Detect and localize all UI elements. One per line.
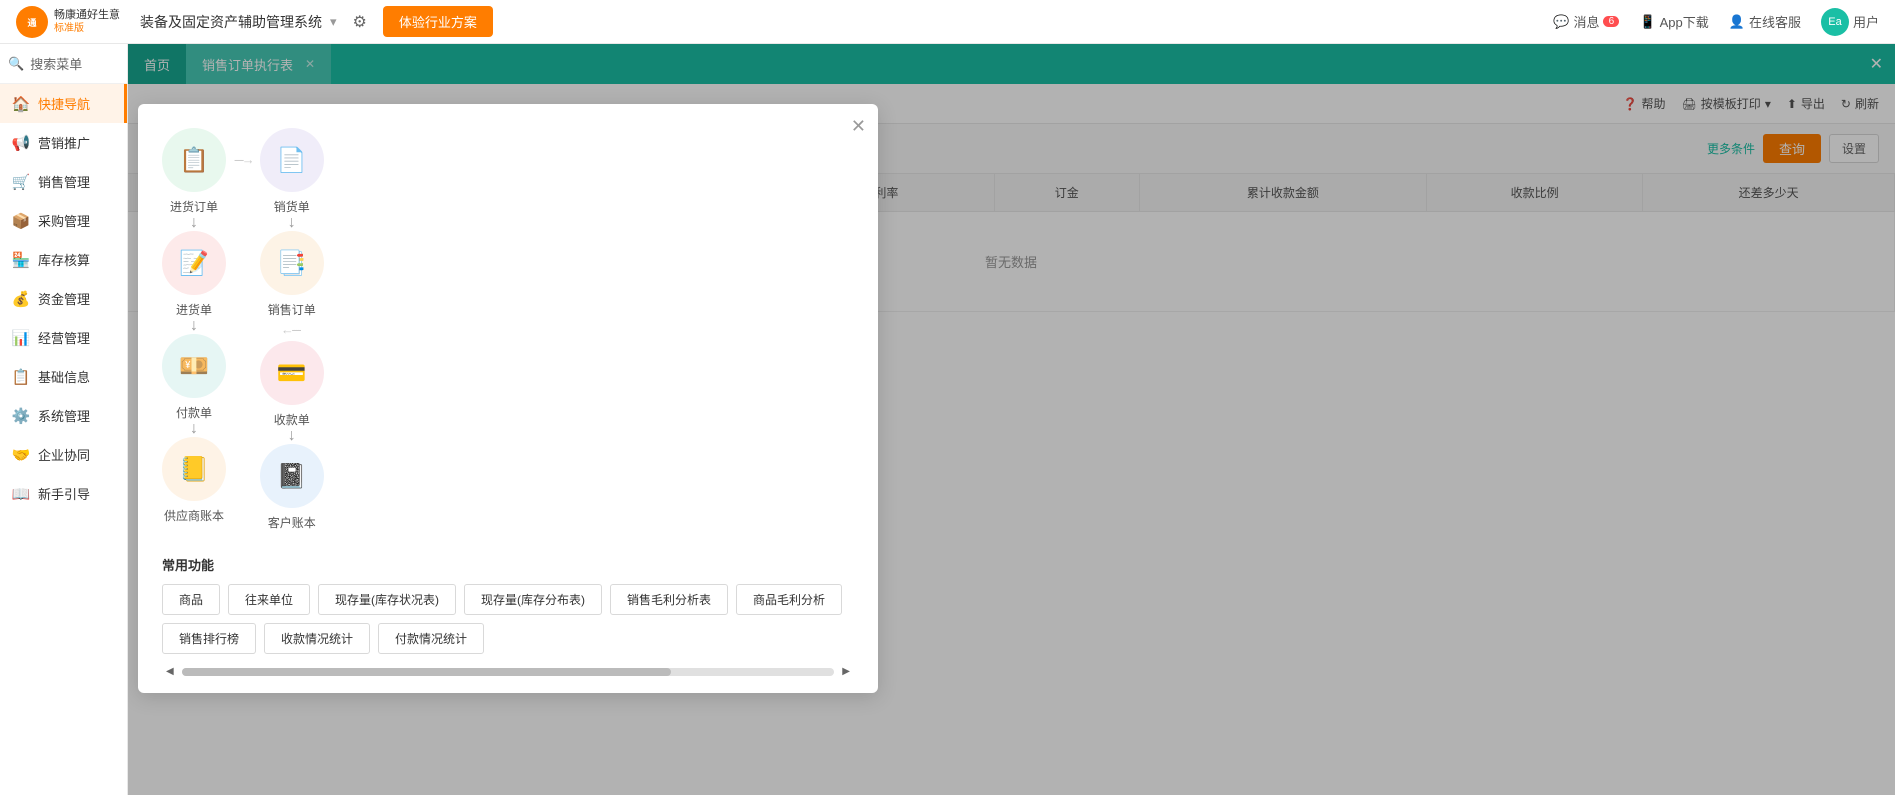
modal-close-button[interactable]: ✕ [851, 116, 866, 137]
payment-icon: 💴 [162, 334, 226, 398]
guide-icon: 📖 [12, 485, 30, 503]
arrow-down-4: ↓ [288, 215, 296, 231]
top-right-area: 💬 消息 6 📱 App下载 👤 在线客服 Ea 用户 [1553, 8, 1879, 36]
purchase-bill-label: 进货单 [176, 301, 212, 318]
flow-node-receipt[interactable]: 💳 收款单 [260, 341, 324, 428]
cf-buttons-row2: 销售排行榜 收款情况统计 付款情况统计 [162, 623, 854, 654]
modal-overlay: ✕ 📋 进货订单 ↓ 📝 进货单 [128, 44, 1895, 795]
purchase-bill-icon: 📝 [162, 231, 226, 295]
phone-icon: 📱 [1639, 14, 1655, 30]
arrow-down-2: ↓ [190, 318, 198, 334]
user-menu[interactable]: Ea 用户 [1821, 8, 1879, 36]
arrow-down-5: ↓ [288, 428, 296, 444]
message-button[interactable]: 💬 消息 6 [1553, 12, 1619, 31]
logo-text: 畅康通好生意 标准版 [54, 8, 120, 35]
cf-btn-sales-gross[interactable]: 销售毛利分析表 [610, 584, 728, 615]
sidebar-item-basic-info[interactable]: 📋 基础信息 [0, 357, 127, 396]
inventory-icon: 🏪 [12, 251, 30, 269]
scroll-right-arrow[interactable]: ▶ [838, 666, 854, 677]
sidebar-item-purchase[interactable]: 📦 采购管理 [0, 201, 127, 240]
sidebar: 🔍 搜索菜单 🏠 快捷导航 📢 营销推广 🛒 销售管理 📦 采购管理 🏪 [0, 44, 128, 795]
flow-node-purchase-bill[interactable]: 📝 进货单 [162, 231, 226, 318]
customer-account-icon: 📓 [260, 444, 324, 508]
finance-icon: 💰 [12, 290, 30, 308]
marketing-icon: 📢 [12, 134, 30, 152]
payment-label: 付款单 [176, 404, 212, 421]
receipt-label: 收款单 [274, 411, 310, 428]
scrollbar-thumb [182, 668, 671, 676]
app-download-button[interactable]: 📱 App下载 [1639, 12, 1708, 31]
cf-btn-stock-status[interactable]: 现存量(库存状况表) [318, 584, 456, 615]
sidebar-item-quick-nav[interactable]: 🏠 快捷导航 [0, 84, 127, 123]
supplier-account-icon: 📒 [162, 437, 226, 501]
logo-icon: 通 [16, 6, 48, 38]
sales-bill-icon: 📄 [260, 128, 324, 192]
flow-node-sales-order[interactable]: 📑 销售订单 [260, 231, 324, 318]
customer-account-label: 客户账本 [268, 514, 316, 531]
sidebar-item-marketing[interactable]: 📢 营销推广 [0, 123, 127, 162]
cf-btn-stock-dist[interactable]: 现存量(库存分布表) [464, 584, 602, 615]
top-bar: 通 畅康通好生意 标准版 装备及固定资产辅助管理系统 ▾ ⚙ 体验行业方案 💬 … [0, 0, 1895, 44]
cf-btn-product-gross[interactable]: 商品毛利分析 [736, 584, 842, 615]
common-functions-title: 常用功能 [162, 555, 854, 574]
flow-node-payment[interactable]: 💴 付款单 [162, 334, 226, 421]
service-icon: 👤 [1729, 14, 1745, 30]
message-icon: 💬 [1553, 14, 1569, 30]
cf-btn-partner[interactable]: 往来单位 [228, 584, 310, 615]
flow-node-sales-bill[interactable]: 📄 销货单 [260, 128, 324, 215]
logo-area: 通 畅康通好生意 标准版 [16, 6, 120, 38]
operation-icon: 📊 [12, 329, 30, 347]
sidebar-search[interactable]: 🔍 搜索菜单 [0, 44, 127, 84]
cf-btn-payment-stats[interactable]: 付款情况统计 [378, 623, 484, 654]
quick-nav-modal: ✕ 📋 进货订单 ↓ 📝 进货单 [138, 104, 878, 693]
sidebar-item-operation[interactable]: 📊 经营管理 [0, 318, 127, 357]
search-icon: 🔍 [8, 56, 24, 72]
sidebar-item-sales[interactable]: 🛒 销售管理 [0, 162, 127, 201]
online-service-button[interactable]: 👤 在线客服 [1729, 12, 1801, 31]
cf-btn-product[interactable]: 商品 [162, 584, 220, 615]
sales-bill-label: 销货单 [274, 198, 310, 215]
avatar: Ea [1821, 8, 1849, 36]
sales-icon: 🛒 [12, 173, 30, 191]
content-area: 首页 销售订单执行表 ✕ ✕ ❓ 帮助 🖨 按模板打印 [128, 44, 1895, 795]
system-dropdown-icon[interactable]: ▾ [330, 14, 337, 30]
scroll-left-arrow[interactable]: ◀ [162, 666, 178, 677]
system-title: 装备及固定资产辅助管理系统 [140, 12, 322, 32]
settings-icon[interactable]: ⚙ [353, 12, 367, 32]
home-icon: 🏠 [12, 95, 30, 113]
sales-order-label: 销售订单 [268, 301, 316, 318]
supplier-account-label: 供应商账本 [164, 507, 224, 524]
sidebar-item-guide[interactable]: 📖 新手引导 [0, 474, 127, 513]
enterprise-icon: 🤝 [12, 446, 30, 464]
modal-scrollbar-area: ◀ ▶ [162, 666, 854, 677]
flow-node-supplier-account[interactable]: 📒 供应商账本 [162, 437, 226, 524]
sidebar-item-enterprise[interactable]: 🤝 企业协同 [0, 435, 127, 474]
sidebar-item-finance[interactable]: 💰 资金管理 [0, 279, 127, 318]
arrow-down-1: ↓ [190, 215, 198, 231]
message-badge: 6 [1603, 16, 1619, 27]
purchase-icon: 📦 [12, 212, 30, 230]
flow-node-purchase-order[interactable]: 📋 进货订单 [162, 128, 226, 215]
receipt-icon: 💳 [260, 341, 324, 405]
trial-button[interactable]: 体验行业方案 [383, 6, 493, 37]
cf-btn-receipt-stats[interactable]: 收款情况统计 [264, 623, 370, 654]
sales-order-icon: 📑 [260, 231, 324, 295]
system-icon: ⚙️ [12, 407, 30, 425]
basic-info-icon: 📋 [12, 368, 30, 386]
cf-btn-sales-rank[interactable]: 销售排行榜 [162, 623, 256, 654]
purchase-order-label: 进货订单 [170, 198, 218, 215]
purchase-order-icon: 📋 [162, 128, 226, 192]
common-functions: 常用功能 商品 往来单位 现存量(库存状况表) 现存量(库存分布表) 销售毛利分… [162, 555, 854, 654]
flow-node-customer-account[interactable]: 📓 客户账本 [260, 444, 324, 531]
arrow-down-3: ↓ [190, 421, 198, 437]
svg-text:通: 通 [27, 17, 36, 28]
cf-buttons-row1: 商品 往来单位 现存量(库存状况表) 现存量(库存分布表) 销售毛利分析表 商品… [162, 584, 854, 615]
sidebar-item-system[interactable]: ⚙️ 系统管理 [0, 396, 127, 435]
sidebar-item-inventory[interactable]: 🏪 库存核算 [0, 240, 127, 279]
